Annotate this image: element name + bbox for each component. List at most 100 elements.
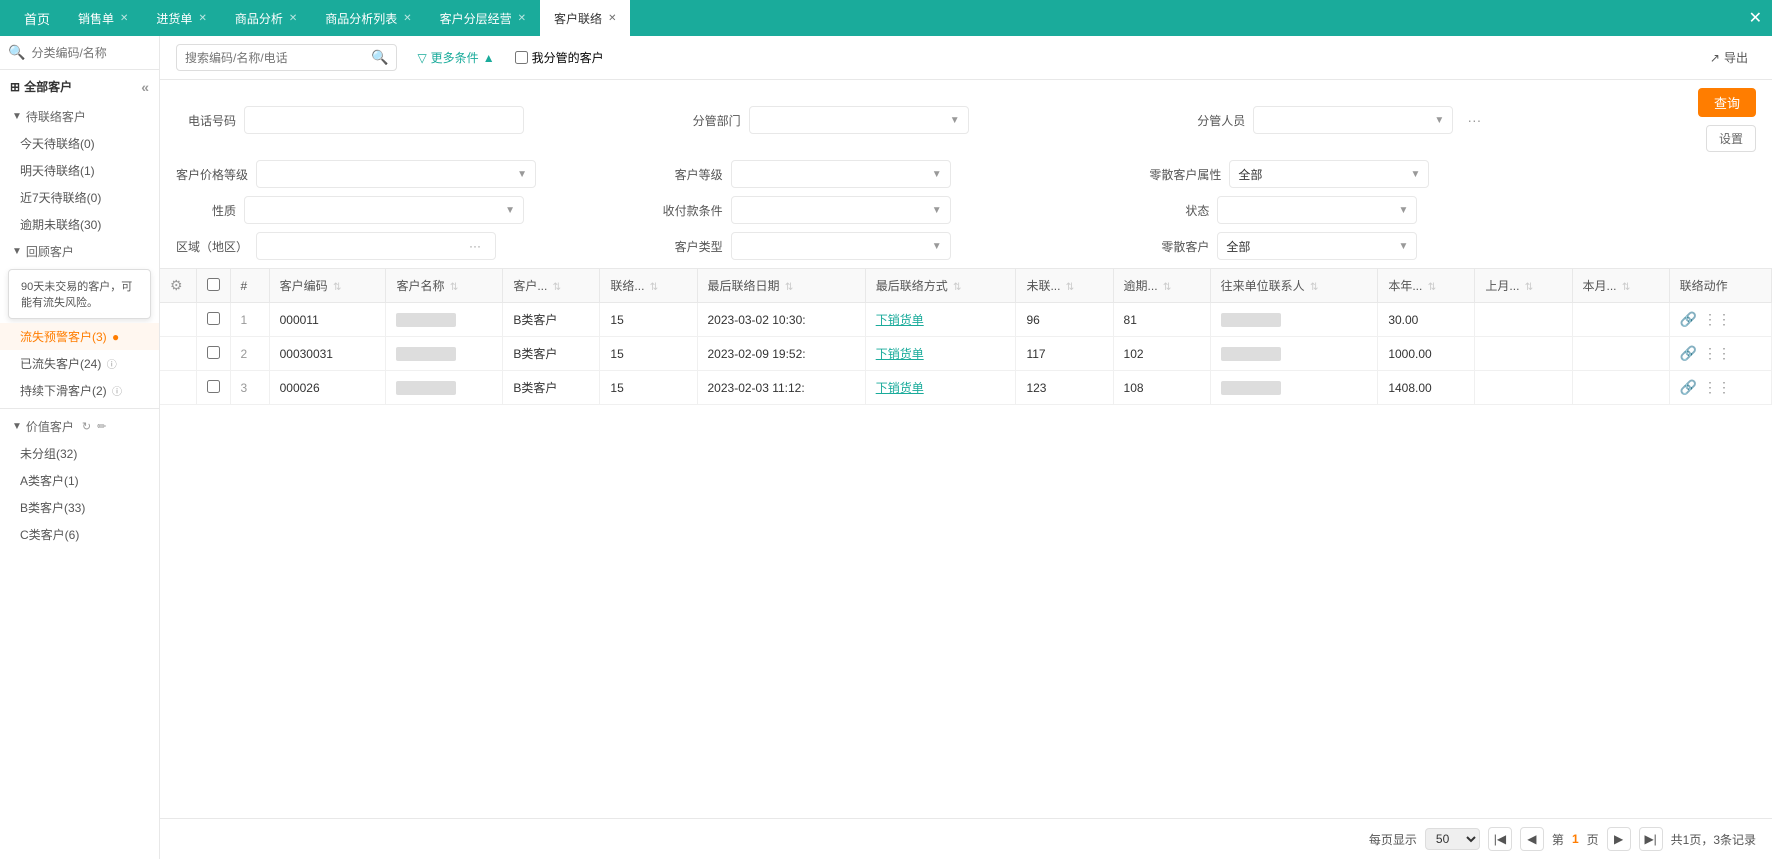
phone-input[interactable]: [244, 106, 524, 134]
close-purchase-icon[interactable]: ✕: [198, 13, 206, 24]
filter-person: 分管人员 ▼ ···: [1185, 106, 1682, 134]
this-month-sort-icon[interactable]: ⇅: [1622, 282, 1630, 293]
search-submit-icon[interactable]: 🔍: [371, 49, 388, 66]
action-more-icon-2[interactable]: ⋮⋮: [1703, 379, 1731, 396]
sidebar-group-churn[interactable]: ▼ 回顾客户: [0, 238, 159, 265]
sidebar-item-tomorrow[interactable]: 明天待联络(1): [0, 157, 159, 184]
select-all-checkbox[interactable]: [207, 278, 220, 291]
level-select[interactable]: ▼: [731, 160, 951, 188]
action-link-icon-2[interactable]: 🔗: [1680, 379, 1697, 396]
last-way-link-0[interactable]: 下销货单: [876, 313, 924, 327]
filter-panel: 电话号码 分管部门 ▼ 分管人员 ▼: [160, 80, 1772, 269]
sidebar-item-churned[interactable]: 已流失客户(24) ⓘ: [0, 350, 159, 377]
action-link-icon-0[interactable]: 🔗: [1680, 311, 1697, 328]
filter-btn[interactable]: ▽ 更多条件 ▲: [409, 45, 502, 70]
close-customer-segment-icon[interactable]: ✕: [518, 13, 526, 24]
nav-tab-analysis[interactable]: 商品分析 ✕: [221, 0, 311, 36]
close-customer-union-icon[interactable]: ✕: [608, 13, 616, 24]
code-sort-icon[interactable]: ⇅: [333, 282, 341, 293]
nature-chevron-down-icon: ▼: [505, 205, 515, 216]
sidebar-item-today[interactable]: 今天待联络(0): [0, 130, 159, 157]
payment-select[interactable]: ▼: [731, 196, 951, 224]
contact-sort-icon[interactable]: ⇅: [650, 282, 658, 293]
collapse-icon[interactable]: «: [141, 79, 149, 95]
last-page-btn[interactable]: ▶|: [1639, 827, 1663, 851]
all-customers-header[interactable]: ⊞ 全部客户 «: [0, 70, 159, 103]
last-way-link-1[interactable]: 下销货单: [876, 347, 924, 361]
row-overdue-0: 81: [1113, 303, 1210, 337]
status-select[interactable]: ▼: [1217, 196, 1417, 224]
contact-col-header: 联络... ⇅: [600, 269, 697, 303]
sidebar-item-overdue[interactable]: 逾期未联络(30): [0, 211, 159, 238]
action-more-icon-1[interactable]: ⋮⋮: [1703, 345, 1731, 362]
close-sales-icon[interactable]: ✕: [120, 13, 128, 24]
first-page-btn[interactable]: |◀: [1488, 827, 1512, 851]
sidebar-item-b-class[interactable]: B类客户(33): [0, 494, 159, 521]
zero-attr-select[interactable]: 全部 ▼: [1229, 160, 1429, 188]
row-action-1: 🔗 ⋮⋮: [1669, 337, 1771, 371]
close-analysis-list-icon[interactable]: ✕: [403, 13, 411, 24]
nature-select[interactable]: ▼: [244, 196, 524, 224]
close-analysis-icon[interactable]: ✕: [289, 13, 297, 24]
export-icon: ↗: [1710, 51, 1720, 65]
last-month-sort-icon[interactable]: ⇅: [1525, 282, 1533, 293]
row-select-checkbox-2[interactable]: [207, 380, 220, 393]
setting-button[interactable]: 设置: [1706, 125, 1756, 152]
action-col-header: 联络动作: [1669, 269, 1771, 303]
sidebar-item-declining[interactable]: 持续下滑客户(2) ⓘ: [0, 377, 159, 404]
cust-type-select[interactable]: ▼: [731, 232, 951, 260]
un-contact-sort-icon[interactable]: ⇅: [1066, 282, 1074, 293]
sidebar-item-unsegmented[interactable]: 未分组(32): [0, 440, 159, 467]
sidebar-group-value[interactable]: ▼ 价值客户 ↻ ✏: [0, 413, 159, 440]
sidebar-item-a-class[interactable]: A类客户(1): [0, 467, 159, 494]
my-customers-checkbox[interactable]: [515, 51, 528, 64]
sidebar: 🔍 ⊞ 全部客户 « ▼ 待联络客户 今天待联络(0) 明天待联络(1) 近7天…: [0, 36, 160, 859]
sidebar-search-input[interactable]: [31, 46, 160, 60]
nav-tab-sales[interactable]: 销售单 ✕: [64, 0, 142, 36]
row-this-month-2: [1572, 371, 1669, 405]
level-sort-icon[interactable]: ⇅: [553, 282, 561, 293]
date-sort-icon[interactable]: ⇅: [785, 282, 793, 293]
area-select[interactable]: ···: [256, 232, 496, 260]
year-sort-icon[interactable]: ⇅: [1428, 282, 1436, 293]
search-input[interactable]: [185, 51, 365, 65]
unit-sort-icon[interactable]: ⇅: [1310, 282, 1318, 293]
person-dots-btn[interactable]: ···: [1461, 110, 1487, 130]
query-button[interactable]: 查询: [1698, 88, 1756, 117]
close-all-btn[interactable]: ✕: [1749, 8, 1762, 28]
zero-cust-select[interactable]: 全部 ▼: [1217, 232, 1417, 260]
sidebar-group-pending[interactable]: ▼ 待联络客户: [0, 103, 159, 130]
level-label: 客户等级: [663, 166, 723, 183]
filter-row-1: 电话号码 分管部门 ▼ 分管人员 ▼: [176, 88, 1756, 152]
action-more-icon-0[interactable]: ⋮⋮: [1703, 311, 1731, 328]
person-select[interactable]: ▼: [1253, 106, 1453, 134]
nav-tab-purchase[interactable]: 进货单 ✕: [142, 0, 220, 36]
export-btn[interactable]: ↗ 导出: [1702, 45, 1756, 70]
sidebar-item-week[interactable]: 近7天待联络(0): [0, 184, 159, 211]
area-dots-btn[interactable]: ···: [463, 237, 487, 255]
cust-type-chevron-down-icon: ▼: [932, 241, 942, 252]
sidebar-item-churn-risk[interactable]: 流失预警客户(3) ●: [0, 323, 159, 350]
nav-tab-customer-segment[interactable]: 客户分层经营 ✕: [426, 0, 540, 36]
prev-page-btn[interactable]: ◀: [1520, 827, 1544, 851]
edit-icon[interactable]: ✏: [97, 420, 106, 433]
nav-tab-customer-union[interactable]: 客户联络 ✕: [540, 0, 630, 36]
way-sort-icon[interactable]: ⇅: [953, 282, 961, 293]
price-level-select[interactable]: ▼: [256, 160, 536, 188]
row-unit-contact-2: [1210, 371, 1378, 405]
table-settings-icon[interactable]: ⚙: [170, 277, 183, 293]
nav-tab-analysis-list[interactable]: 商品分析列表 ✕: [311, 0, 425, 36]
row-select-checkbox-1[interactable]: [207, 346, 220, 359]
action-link-icon-1[interactable]: 🔗: [1680, 345, 1697, 362]
next-page-btn[interactable]: ▶: [1607, 827, 1631, 851]
overdue-sort-icon[interactable]: ⇅: [1163, 282, 1171, 293]
table-footer: 每页显示 50 10 20 100 |◀ ◀ 第 1 页 ▶ ▶| 共1页，3条…: [160, 818, 1772, 859]
dept-select[interactable]: ▼: [749, 106, 969, 134]
row-select-checkbox-0[interactable]: [207, 312, 220, 325]
nav-home[interactable]: 首页: [10, 9, 64, 28]
refresh-icon[interactable]: ↻: [82, 420, 91, 433]
name-sort-icon[interactable]: ⇅: [450, 282, 458, 293]
last-way-link-2[interactable]: 下销货单: [876, 381, 924, 395]
sidebar-item-c-class[interactable]: C类客户(6): [0, 521, 159, 548]
page-size-select[interactable]: 50 10 20 100: [1425, 828, 1480, 850]
